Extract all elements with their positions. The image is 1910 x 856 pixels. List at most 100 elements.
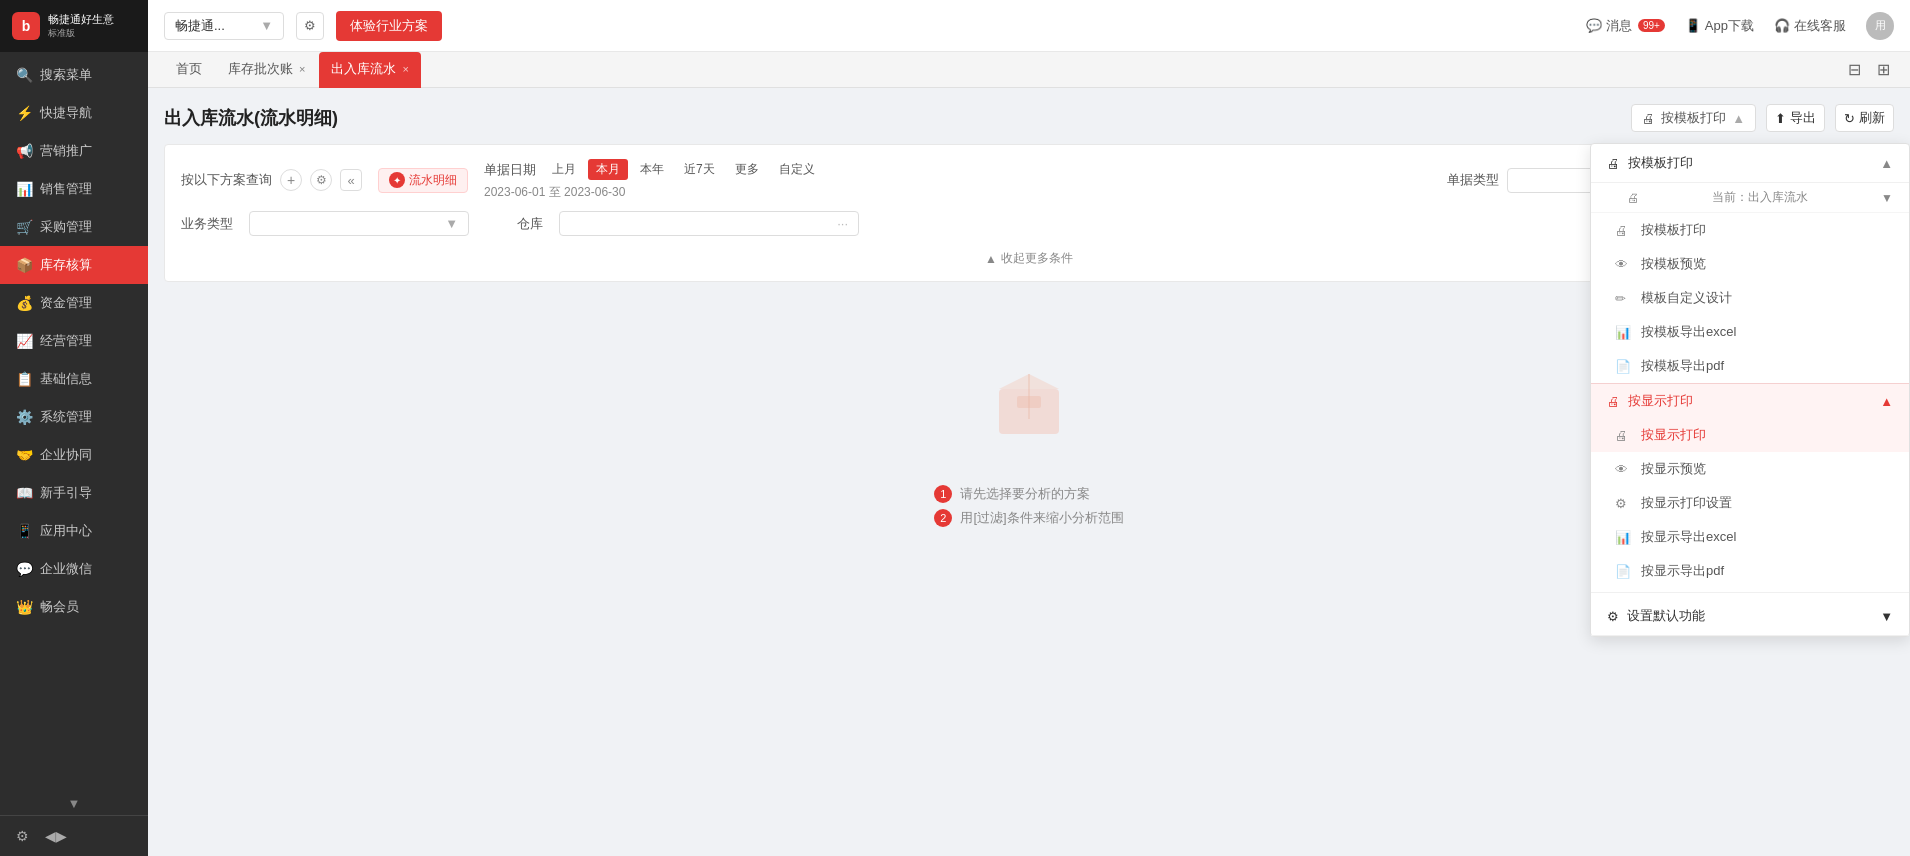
current-label-text: 当前：出入库流水 <box>1712 189 1808 206</box>
date-tab-this-year[interactable]: 本年 <box>632 159 672 180</box>
collapse-sidebar-icon[interactable]: ◀▶ <box>45 828 67 844</box>
logo-icon: b <box>12 12 40 40</box>
collapse-up-icon: ▲ <box>985 252 997 266</box>
display-preview-item-icon: 👁 <box>1615 462 1631 477</box>
display-print-section-header[interactable]: 🖨 按显示打印 ▲ <box>1591 383 1909 418</box>
refresh-label: 刷新 <box>1859 109 1885 127</box>
tab-batch-label: 库存批次账 <box>228 60 293 78</box>
sidebar-item-label: 企业协同 <box>40 446 92 464</box>
online-service-button[interactable]: 🎧 在线客服 <box>1774 17 1846 35</box>
settings-icon[interactable]: ⚙ <box>16 828 29 844</box>
sales-icon: 📊 <box>16 181 32 197</box>
sidebar-item-purchase[interactable]: 🛒 采购管理 <box>0 208 148 246</box>
settings-button[interactable]: ⚙ <box>296 12 324 40</box>
display-print-item-label: 按显示打印 <box>1641 426 1706 444</box>
display-print-item[interactable]: 🖨 按显示打印 <box>1591 418 1909 452</box>
guide-icon: 📖 <box>16 485 32 501</box>
collapse-conditions-button[interactable]: ▲ 收起更多条件 <box>985 250 1073 267</box>
template-print-header-label: 按模板打印 <box>1628 154 1693 172</box>
sidebar-item-label: 企业微信 <box>40 560 92 578</box>
filter-setting-button[interactable]: ⚙ <box>310 169 332 191</box>
default-function-header[interactable]: ⚙ 设置默认功能 ▼ <box>1591 597 1909 636</box>
warehouse-more-icon: ··· <box>837 216 848 231</box>
template-export-excel-label: 按模板导出excel <box>1641 323 1736 341</box>
sidebar-item-wechat[interactable]: 💬 企业微信 <box>0 550 148 588</box>
date-tab-custom[interactable]: 自定义 <box>771 159 823 180</box>
sidebar-scroll-arrow[interactable]: ▼ <box>0 792 148 815</box>
template-export-excel-item[interactable]: 📊 按模板导出excel <box>1591 315 1909 349</box>
display-export-pdf-item[interactable]: 📄 按显示导出pdf <box>1591 554 1909 588</box>
sidebar-item-inventory[interactable]: 📦 库存核算 <box>0 246 148 284</box>
tab-batch-close[interactable]: × <box>299 63 305 75</box>
sidebar-item-finance[interactable]: 💰 资金管理 <box>0 284 148 322</box>
business-type-chevron-icon: ▼ <box>445 216 458 231</box>
headphone-icon: 🎧 <box>1774 18 1790 33</box>
template-print-item-icon: 🖨 <box>1615 223 1631 238</box>
sidebar-item-label: 畅会员 <box>40 598 79 616</box>
display-print-settings-item[interactable]: ⚙ 按显示打印设置 <box>1591 486 1909 520</box>
user-selector[interactable]: 畅捷通... ▼ <box>164 12 284 40</box>
tab-flow[interactable]: 出入库流水 × <box>319 52 420 88</box>
header-right-area: 💬 消息 99+ 📱 App下载 🎧 在线客服 用 <box>1586 12 1894 40</box>
collapse-label: 收起更多条件 <box>1001 250 1073 267</box>
display-export-excel-icon: 📊 <box>1615 530 1631 545</box>
active-filter-tag[interactable]: ✦ 流水明细 <box>378 168 468 193</box>
app-version: 标准版 <box>48 27 114 40</box>
tab-home[interactable]: 首页 <box>164 52 214 88</box>
refresh-button[interactable]: ↻ 刷新 <box>1835 104 1894 132</box>
finance-icon: 💰 <box>16 295 32 311</box>
sidebar-item-label: 销售管理 <box>40 180 92 198</box>
main-content: 畅捷通... ▼ ⚙ 体验行业方案 💬 消息 99+ 📱 App下载 🎧 在线客… <box>148 0 1910 856</box>
industry-solution-button[interactable]: 体验行业方案 <box>336 11 442 41</box>
template-preview-item[interactable]: 👁 按模板预览 <box>1591 247 1909 281</box>
sidebar-item-sales[interactable]: 📊 销售管理 <box>0 170 148 208</box>
display-export-excel-item[interactable]: 📊 按显示导出excel <box>1591 520 1909 554</box>
doc-type-label: 单据类型 <box>1447 171 1499 189</box>
export-label: 导出 <box>1790 109 1816 127</box>
print-template-button[interactable]: 🖨 按模板打印 ▲ <box>1631 104 1756 132</box>
sidebar-item-app-center[interactable]: 📱 应用中心 <box>0 512 148 550</box>
display-section-chevron-icon: ▲ <box>1880 394 1893 409</box>
template-print-section-header[interactable]: 🖨 按模板打印 ▲ <box>1591 144 1909 183</box>
user-avatar[interactable]: 用 <box>1866 12 1894 40</box>
sidebar-item-system[interactable]: ⚙️ 系统管理 <box>0 398 148 436</box>
sidebar-item-cooperation[interactable]: 🤝 企业协同 <box>0 436 148 474</box>
template-section-chevron-icon: ▲ <box>1880 156 1893 171</box>
sidebar-item-label: 资金管理 <box>40 294 92 312</box>
sidebar-item-search[interactable]: 🔍 搜索菜单 <box>0 56 148 94</box>
filter-add-button[interactable]: + <box>280 169 302 191</box>
tab-maximize-icon[interactable]: ⊞ <box>1873 56 1894 83</box>
sidebar-item-operations[interactable]: 📈 经营管理 <box>0 322 148 360</box>
filter-collapse-button[interactable]: « <box>340 169 362 191</box>
sidebar-item-member[interactable]: 👑 畅会员 <box>0 588 148 626</box>
display-preview-item[interactable]: 👁 按显示预览 <box>1591 452 1909 486</box>
template-print-item[interactable]: 🖨 按模板打印 <box>1591 213 1909 247</box>
template-custom-item[interactable]: ✏ 模板自定义设计 <box>1591 281 1909 315</box>
tab-flow-close[interactable]: × <box>402 63 408 75</box>
app-download-button[interactable]: 📱 App下载 <box>1685 17 1754 35</box>
sidebar-item-label: 采购管理 <box>40 218 92 236</box>
sidebar-item-quick-nav[interactable]: ⚡ 快捷导航 <box>0 94 148 132</box>
business-type-label: 业务类型 <box>181 215 233 233</box>
warehouse-select[interactable]: ··· <box>559 211 859 236</box>
sidebar-item-basic-info[interactable]: 📋 基础信息 <box>0 360 148 398</box>
app-download-label: App下载 <box>1705 17 1754 35</box>
sidebar-item-marketing[interactable]: 📢 营销推广 <box>0 132 148 170</box>
date-tab-last-month[interactable]: 上月 <box>544 159 584 180</box>
sidebar-item-label: 新手引导 <box>40 484 92 502</box>
date-tab-more[interactable]: 更多 <box>727 159 767 180</box>
date-tabs: 上月 本月 本年 近7天 更多 自定义 <box>544 159 823 180</box>
user-selector-text: 畅捷通... <box>175 17 225 35</box>
template-custom-item-label: 模板自定义设计 <box>1641 289 1732 307</box>
quick-nav-icon: ⚡ <box>16 105 32 121</box>
display-export-pdf-label: 按显示导出pdf <box>1641 562 1724 580</box>
messages-button[interactable]: 💬 消息 99+ <box>1586 17 1665 35</box>
business-type-select[interactable]: ▼ <box>249 211 469 236</box>
template-export-pdf-item[interactable]: 📄 按模板导出pdf <box>1591 349 1909 383</box>
date-tab-this-month[interactable]: 本月 <box>588 159 628 180</box>
export-button[interactable]: ⬆ 导出 <box>1766 104 1825 132</box>
tab-batch[interactable]: 库存批次账 × <box>216 52 317 88</box>
date-tab-last7[interactable]: 近7天 <box>676 159 723 180</box>
sidebar-item-guide[interactable]: 📖 新手引导 <box>0 474 148 512</box>
tab-minimize-icon[interactable]: ⊟ <box>1844 56 1865 83</box>
